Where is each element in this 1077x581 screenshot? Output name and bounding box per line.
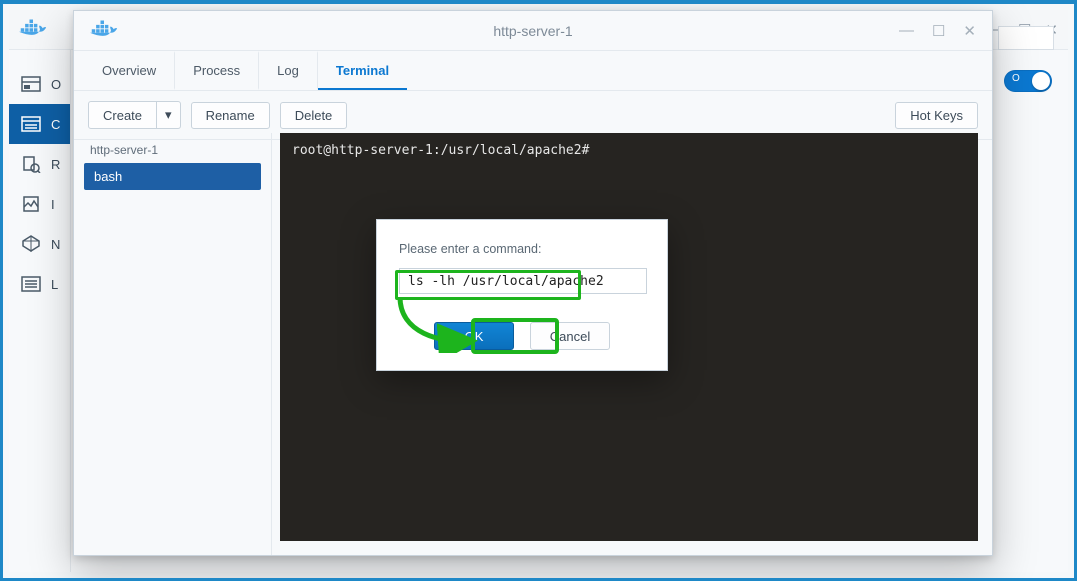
toggle-knob xyxy=(1032,72,1050,90)
dialog-prompt: Please enter a command: xyxy=(399,242,645,256)
bg-side-overview[interactable]: O xyxy=(9,64,70,104)
bg-sidebar: O C R I N L xyxy=(9,50,71,572)
terminal-session-pane: http-server-1 bash xyxy=(74,133,272,555)
bg-side-label: O xyxy=(51,77,61,92)
rename-button[interactable]: Rename xyxy=(191,102,270,129)
bg-side-log[interactable]: L xyxy=(9,264,70,304)
bg-side-network[interactable]: N xyxy=(9,224,70,264)
docker-logo-icon xyxy=(19,19,47,41)
bg-side-label: L xyxy=(51,277,58,292)
container-window: http-server-1 — ☐ ✕ Overview Process Log… xyxy=(73,10,993,556)
hotkeys-button[interactable]: Hot Keys xyxy=(895,102,978,129)
modal-min-icon[interactable]: — xyxy=(899,22,914,40)
modal-title: http-server-1 xyxy=(74,23,992,39)
docker-logo-icon xyxy=(90,20,118,42)
modal-max-icon[interactable]: ☐ xyxy=(932,22,945,40)
image-icon xyxy=(21,196,41,212)
bg-side-label: N xyxy=(51,237,60,252)
tab-terminal[interactable]: Terminal xyxy=(318,51,407,90)
tab-log[interactable]: Log xyxy=(259,51,318,90)
running-toggle[interactable]: O xyxy=(1004,70,1052,92)
bg-side-image[interactable]: I xyxy=(9,184,70,224)
card-icon xyxy=(21,76,41,92)
modal-titlebar[interactable]: http-server-1 — ☐ ✕ xyxy=(74,11,992,51)
bg-side-label: I xyxy=(51,197,55,212)
modal-tabs: Overview Process Log Terminal xyxy=(74,51,992,91)
network-icon xyxy=(21,236,41,252)
bg-toggle-row: O xyxy=(1004,70,1052,92)
bg-search-stub[interactable] xyxy=(998,26,1054,50)
command-input[interactable] xyxy=(399,268,647,294)
containers-icon xyxy=(21,116,41,132)
cancel-button[interactable]: Cancel xyxy=(530,322,610,350)
terminal-prompt: root@http-server-1:/usr/local/apache2# xyxy=(292,143,589,158)
create-button[interactable]: Create xyxy=(88,101,157,129)
delete-button[interactable]: Delete xyxy=(280,102,348,129)
tab-overview[interactable]: Overview xyxy=(84,51,175,90)
ok-button[interactable]: OK xyxy=(434,322,514,350)
toggle-label: O xyxy=(1012,73,1022,84)
bg-side-containers[interactable]: C xyxy=(9,104,70,144)
bg-side-registry[interactable]: R xyxy=(9,144,70,184)
command-dialog: Please enter a command: OK Cancel xyxy=(376,219,668,371)
log-icon xyxy=(21,276,41,292)
session-pane-title: http-server-1 xyxy=(84,139,261,163)
registry-icon xyxy=(21,156,41,172)
create-button-group: Create ▾ xyxy=(88,101,181,129)
tab-process[interactable]: Process xyxy=(175,51,259,90)
create-dropdown[interactable]: ▾ xyxy=(157,101,181,129)
bg-side-label: R xyxy=(51,157,60,172)
session-item-bash[interactable]: bash xyxy=(84,163,261,190)
modal-close-icon[interactable]: ✕ xyxy=(963,22,976,40)
chevron-down-icon: ▾ xyxy=(165,107,172,122)
bg-side-label: C xyxy=(51,117,60,132)
